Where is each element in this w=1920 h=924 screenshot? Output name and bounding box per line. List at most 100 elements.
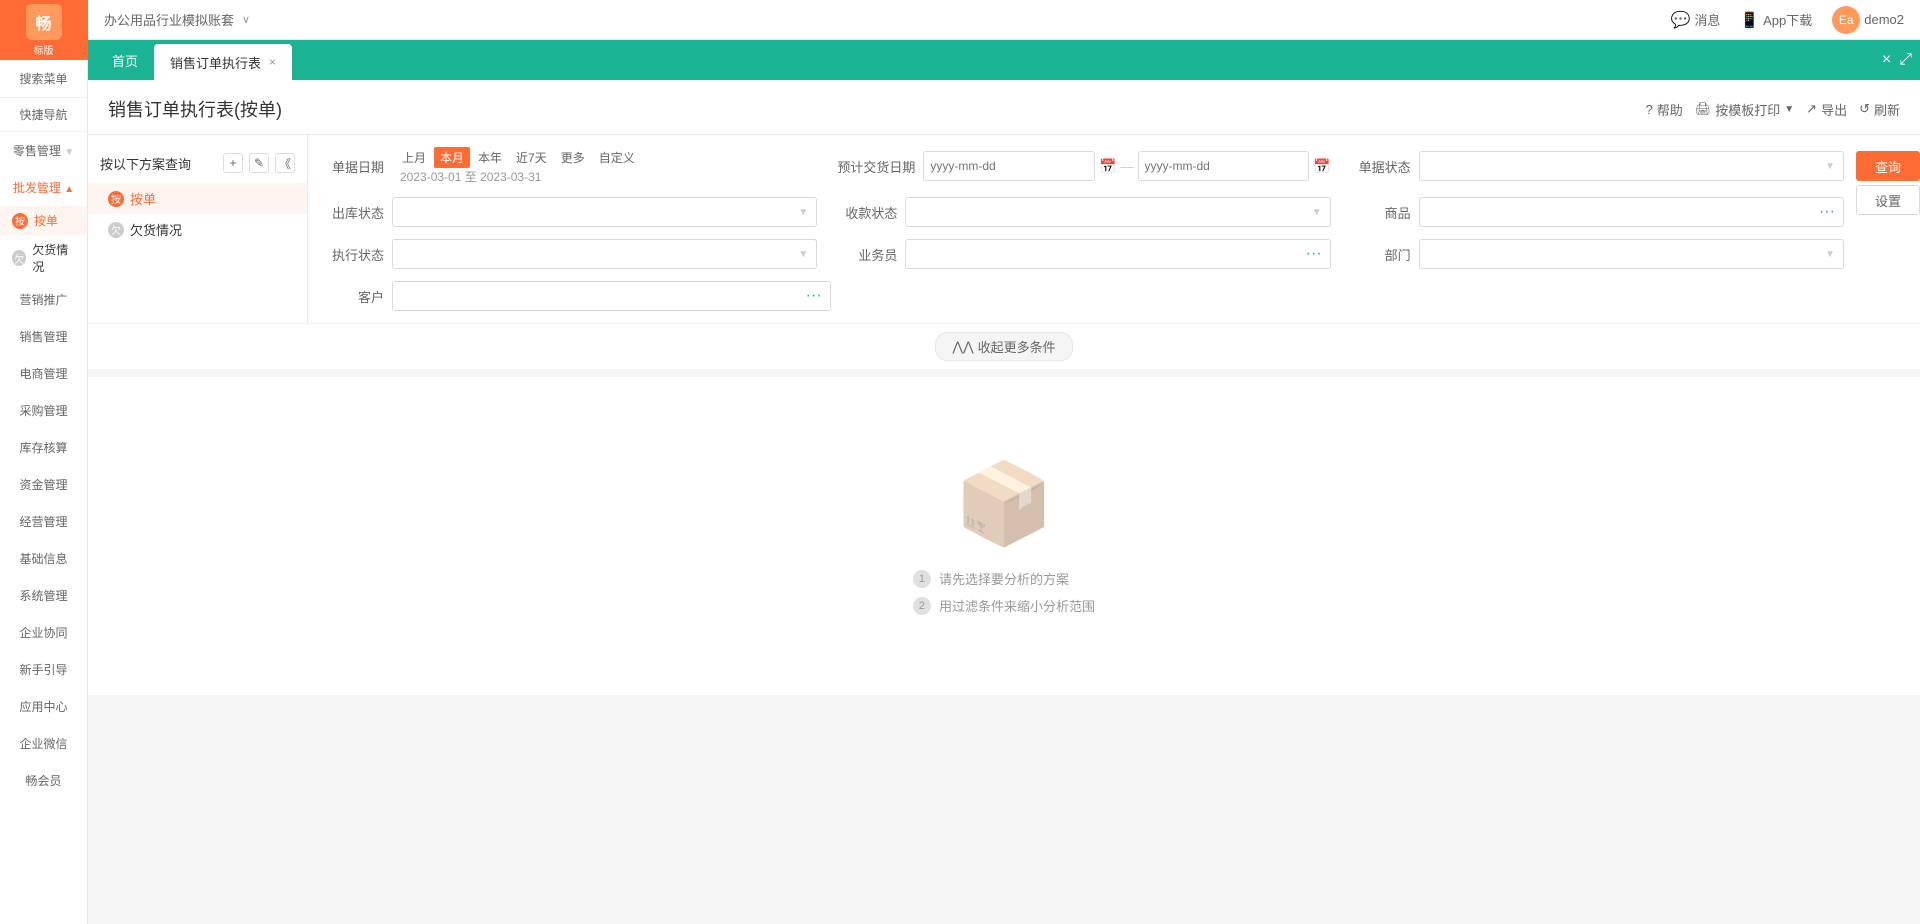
collapse-bar[interactable]: ⋀⋀ 收起更多条件 [88, 323, 1920, 369]
export-label: 导出 [1821, 100, 1847, 119]
empty-box-icon: 📦 [954, 457, 1054, 551]
filter-field-expected-date: 预计交货日期 📅 — 📅 [837, 147, 1330, 185]
date-tab-more[interactable]: 更多 [555, 147, 591, 168]
scheme-edit-button[interactable]: ✎ [249, 153, 269, 173]
sidebar-quicknav-item[interactable]: 快捷导航 [0, 98, 87, 132]
date-range-text: 2023-03-01 至 2023-03-31 [400, 168, 817, 185]
customer-select[interactable]: ··· [392, 281, 831, 311]
step-2-text: 用过滤条件来缩小分析范围 [939, 596, 1095, 615]
top-header: 办公用品行业模拟账套 ∨ 💬 消息 📱 App下载 Ea demo2 [88, 0, 1920, 40]
settings-button[interactable]: 设置 [1856, 185, 1920, 215]
query-button[interactable]: 查询 [1856, 151, 1920, 181]
filter-wrapper: 按以下方案查询 + ✎ 《 按 按单 欠 [88, 135, 1920, 369]
filter-field-exec-status: 执行状态 ▼ [324, 239, 817, 269]
date-tab-thismonth[interactable]: 本月 [434, 147, 470, 168]
page-content: 销售订单执行表(按单) ? 帮助 🖨 按模板打印 ▼ ↗ 导出 [88, 80, 1920, 924]
date-separator: — [1121, 159, 1134, 174]
sidebar-sub-press-label: 按单 [34, 212, 58, 229]
sidebar-item-appstore[interactable]: 应用中心 [0, 688, 87, 725]
scheme-list: 按 按单 欠 欠货情况 [88, 179, 307, 249]
print-label: 按模板打印 [1715, 100, 1780, 119]
goods-label: 商品 [1351, 203, 1411, 222]
print-icon: 🖨 [1695, 101, 1712, 117]
refresh-button[interactable]: ↺ 刷新 [1859, 100, 1900, 119]
refresh-label: 刷新 [1874, 100, 1900, 119]
logo-icon: 畅 [26, 4, 62, 40]
user-label: demo2 [1864, 12, 1904, 27]
collapse-button[interactable]: ⋀⋀ 收起更多条件 [935, 332, 1072, 361]
breadcrumb: 办公用品行业模拟账套 ∨ [104, 10, 250, 29]
goods-select[interactable]: ··· [1419, 197, 1844, 227]
scheme-item-debt-icon: 欠 [108, 222, 124, 238]
sidebar-item-member[interactable]: 畅会员 [0, 762, 87, 799]
window-close-button[interactable]: × [1882, 51, 1891, 69]
expected-date-start[interactable] [923, 151, 1095, 181]
sidebar-item-wholesale[interactable]: 批发管理 ▲ [0, 169, 87, 206]
calendar-icon-start: 📅 [1099, 158, 1116, 175]
scheme-item-debt-label: 欠货情况 [130, 220, 182, 239]
top-actions: 💬 消息 📱 App下载 Ea demo2 [1670, 6, 1904, 34]
date-tab-row: 上月 本月 本年 近7天 更多 自定义 [392, 147, 817, 168]
sidebar-item-marketing[interactable]: 营销推广 [0, 281, 87, 318]
sidebar-item-newbie[interactable]: 新手引导 [0, 651, 87, 688]
scheme-add-button[interactable]: + [223, 153, 243, 173]
department-label: 部门 [1351, 245, 1411, 264]
sidebar-item-inventory[interactable]: 库存核算 [0, 429, 87, 466]
filter-fields: 单据日期 上月 本月 本年 近7天 更多 自定义 [308, 135, 1844, 323]
receipt-status-select[interactable]: ▼ [905, 197, 1330, 227]
scheme-item-press-label: 按单 [130, 189, 156, 208]
date-tab-lastmonth[interactable]: 上月 [396, 147, 432, 168]
print-button[interactable]: 🖨 按模板打印 ▼ [1695, 100, 1794, 119]
help-icon: ? [1645, 102, 1652, 117]
help-button[interactable]: ? 帮助 [1645, 100, 1682, 119]
sidebar-item-wechat[interactable]: 企业微信 [0, 725, 87, 762]
tab-close-icon[interactable]: × [269, 55, 276, 69]
user-action[interactable]: Ea demo2 [1832, 6, 1904, 34]
salesperson-select[interactable]: ··· [905, 239, 1330, 269]
logo-sub-text: 标版 [34, 42, 54, 57]
expected-date-end[interactable] [1138, 151, 1310, 181]
scheme-item-debt[interactable]: 欠 欠货情况 [88, 214, 307, 245]
window-maximize-button[interactable]: ⤢ [1899, 51, 1912, 69]
customer-dots-icon: ··· [806, 287, 822, 305]
department-select[interactable]: ▼ [1419, 239, 1844, 269]
sidebar-item-enterprise[interactable]: 企业协同 [0, 614, 87, 651]
sidebar-sub-debt[interactable]: 欠 欠货情况 [0, 235, 87, 281]
date-tab-custom[interactable]: 自定义 [593, 147, 641, 168]
sidebar-sub-press[interactable]: 按 按单 [0, 206, 87, 235]
bill-status-select[interactable]: ▼ [1419, 151, 1844, 181]
scheme-item-press[interactable]: 按 按单 [88, 183, 307, 214]
date-tab-7days[interactable]: 近7天 [510, 147, 553, 168]
appdownload-action[interactable]: 📱 App下载 [1740, 10, 1812, 29]
tab-home[interactable]: 首页 [96, 40, 154, 80]
message-action[interactable]: 💬 消息 [1670, 10, 1720, 30]
sidebar-item-sales[interactable]: 销售管理 [0, 318, 87, 355]
empty-steps: 1 请先选择要分析的方案 2 用过滤条件来缩小分析范围 [913, 569, 1095, 615]
sidebar-item-retail[interactable]: 零售管理 ▼ [0, 132, 87, 169]
delivery-status-select[interactable]: ▼ [392, 197, 817, 227]
tab-sales-order[interactable]: 销售订单执行表 × [154, 44, 292, 80]
sidebar-item-operation[interactable]: 经营管理 [0, 503, 87, 540]
sidebar-item-purchase[interactable]: 采购管理 [0, 392, 87, 429]
empty-step-1: 1 请先选择要分析的方案 [913, 569, 1095, 588]
sidebar-item-ecommerce[interactable]: 电商管理 [0, 355, 87, 392]
query-actions: 查询 设置 [1844, 135, 1920, 227]
empty-step-2: 2 用过滤条件来缩小分析范围 [913, 596, 1095, 615]
sidebar-item-basic[interactable]: 基础信息 [0, 540, 87, 577]
customer-row: 客户 ··· [324, 281, 1844, 311]
expected-date-label: 预计交货日期 [837, 157, 915, 176]
print-dropdown-icon: ▼ [1784, 104, 1794, 115]
sidebar-item-system[interactable]: 系统管理 [0, 577, 87, 614]
export-icon: ↗ [1806, 101, 1817, 117]
exec-status-select[interactable]: ▼ [392, 239, 817, 269]
exec-status-label: 执行状态 [324, 245, 384, 264]
scheme-collapse-button[interactable]: 《 [275, 153, 295, 173]
date-tab-thisyear[interactable]: 本年 [472, 147, 508, 168]
sidebar-item-finance[interactable]: 资金管理 [0, 466, 87, 503]
sidebar-sub-debt-label: 欠货情况 [32, 241, 75, 275]
sidebar-search-item[interactable]: 搜索菜单 [0, 60, 87, 98]
export-button[interactable]: ↗ 导出 [1806, 100, 1847, 119]
filter-scheme-panel: 按以下方案查询 + ✎ 《 按 按单 欠 [88, 135, 308, 323]
message-icon: 💬 [1670, 10, 1690, 30]
message-label: 消息 [1694, 10, 1720, 29]
